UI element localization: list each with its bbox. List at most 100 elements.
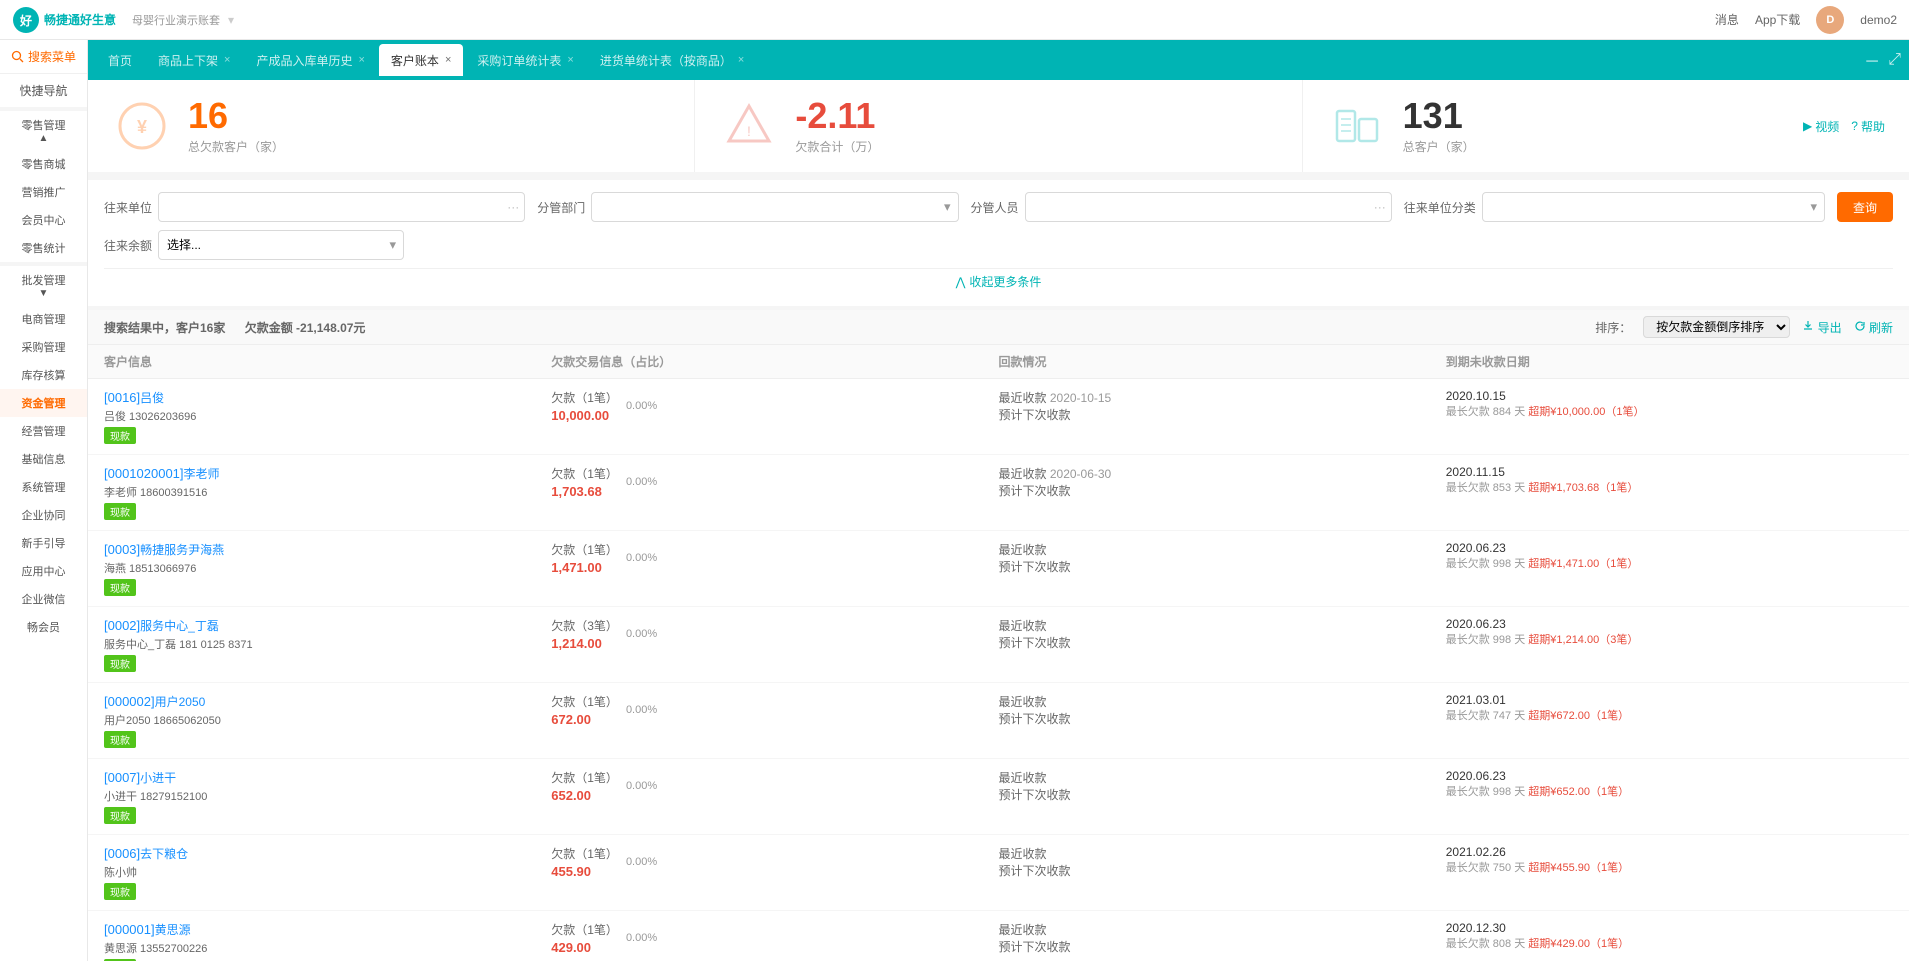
dropdown-indicator[interactable]: ▾ [228,13,234,27]
debt-amount[interactable]: 1,214.00 [551,636,618,651]
sidebar-item-warehouse[interactable]: 库存核算 [0,361,87,389]
unit-category-select-wrapper[interactable] [1482,192,1825,222]
app-download-btn[interactable]: App下载 [1755,11,1800,28]
debt-amount[interactable]: 652.00 [551,788,618,803]
due-date: 2021.03.01 [1446,693,1893,707]
close-icon[interactable]: × [358,54,364,66]
collapse-label: 收起更多条件 [969,273,1041,290]
overdue-info: 最长欠款 750 天 超期¥455.90（1笔） [1446,859,1893,875]
customer-name[interactable]: 用户2050 [155,695,206,709]
debt-pct: 0.00% [626,400,657,412]
sidebar-item-ops-mgmt[interactable]: 经营管理 [0,417,87,445]
minimize-btn[interactable]: － [1864,48,1880,72]
recovery-info: 最近收款 [999,693,1446,710]
sidebar-item-fund-mgmt[interactable]: 资金管理 [0,389,87,417]
balance-select[interactable]: 选择... [158,230,404,260]
search-button[interactable]: 查询 [1837,192,1893,222]
overdue-amount[interactable]: 超期¥652.00（1笔） [1528,786,1629,798]
debt-amount[interactable]: 455.90 [551,864,618,879]
cell-customer-info: [0007]小进干 小进干 18279152100 现款 [104,769,551,824]
debt-count: 欠款（1笔） [551,921,618,938]
top-bar-left: 好 畅捷通好生意 母婴行业演示账套 ▾ [12,6,234,34]
customer-contact: 黄思源 13552700226 [104,940,551,956]
customer-name[interactable]: 去下粮仓 [140,847,188,861]
sidebar-item-base-info[interactable]: 基础信息 [0,445,87,473]
owing-amount-info: -2.11 欠款合计（万） [795,98,879,155]
sidebar-item-vip-member[interactable]: 畅会员 [0,613,87,641]
tab-purchase-order[interactable]: 采购订单统计表 × [465,44,585,76]
close-icon[interactable]: × [445,54,451,66]
overdue-amount[interactable]: 超期¥1,471.00（1笔） [1528,558,1638,570]
tab-purchase-stat[interactable]: 进货单统计表（按商品） × [588,44,756,76]
overdue-amount[interactable]: 超期¥455.90（1笔） [1528,862,1629,874]
sidebar-item-newbie[interactable]: 新手引导 [0,529,87,557]
tab-home[interactable]: 首页 [96,44,144,76]
dept-select[interactable] [591,192,958,222]
debt-amount[interactable]: 1,703.68 [551,484,618,499]
close-icon[interactable]: × [738,54,744,66]
svg-text:!: ! [747,123,751,139]
overdue-amount[interactable]: 超期¥10,000.00（1笔） [1528,406,1644,418]
from-unit-input[interactable] [158,192,525,222]
sidebar-item-purchase[interactable]: 采购管理 [0,333,87,361]
sidebar-item-retail-stat[interactable]: 零售统计 [0,234,87,262]
customer-code: [0007] [104,770,140,785]
customer-name[interactable]: 黄思源 [155,923,191,937]
sidebar-item-app-center[interactable]: 应用中心 [0,557,87,585]
unit-category-select[interactable] [1482,192,1825,222]
sidebar-item-retail-mgmt[interactable]: 零售管理 ▲ [0,111,87,150]
sidebar-item-retail-store[interactable]: 零售商城 [0,150,87,178]
cell-customer-info: [0003]畅捷服务尹海燕 海燕 18513066976 现款 [104,541,551,596]
sidebar-item-marketing[interactable]: 营销推广 [0,178,87,206]
owing-customers-info: 16 总欠款客户（家） [188,98,284,155]
sidebar-item-batch-mgmt[interactable]: 批发管理 ▼ [0,266,87,305]
main-layout: 搜索菜单 快捷导航 零售管理 ▲ 零售商城 营销推广 会员中心 零售统计 批发管… [0,40,1909,961]
debt-amount[interactable]: 429.00 [551,940,618,955]
close-icon[interactable]: × [224,54,230,66]
customer-contact: 陈小帅 [104,864,551,880]
user-avatar[interactable]: D [1816,6,1844,34]
refresh-btn[interactable]: 刷新 [1854,319,1893,336]
debt-amount[interactable]: 10,000.00 [551,408,618,423]
customer-name[interactable]: 吕俊 [140,391,164,405]
sidebar-item-corp-wechat[interactable]: 企业微信 [0,585,87,613]
tab-customer-account[interactable]: 客户账本 × [379,44,463,76]
help-btn[interactable]: ? 帮助 [1851,118,1885,135]
sidebar-item-corp-collab[interactable]: 企业协同 [0,501,87,529]
debt-amount[interactable]: 672.00 [551,712,618,727]
overdue-amount[interactable]: 超期¥429.00（1笔） [1528,938,1629,950]
sidebar-item-sys-mgmt[interactable]: 系统管理 [0,473,87,501]
cell-debt-info: 欠款（1笔） 455.90 0.00% [551,845,998,879]
messages-btn[interactable]: 消息 [1715,11,1739,28]
filter-bar: 往来单位 ··· 分管部门 [88,180,1909,306]
sidebar-item-ecom[interactable]: 电商管理 [0,305,87,333]
customer-name[interactable]: 畅捷服务尹海燕 [140,543,224,557]
cell-customer-info: [000002]用户2050 用户2050 18665062050 现款 [104,693,551,748]
collapse-btn[interactable]: ⋀ 收起更多条件 [104,268,1893,294]
overdue-amount[interactable]: 超期¥1,214.00（3笔） [1528,634,1638,646]
username: demo2 [1860,13,1897,27]
customer-name[interactable]: 李老师 [184,467,220,481]
tab-products-off[interactable]: 商品上下架 × [146,44,242,76]
close-icon[interactable]: × [567,54,573,66]
table-header: 客户信息 欠款交易信息（占比） 回款情况 到期未收款日期 [88,345,1909,379]
overdue-amount[interactable]: 超期¥1,703.68（1笔） [1528,482,1638,494]
debt-amount[interactable]: 1,471.00 [551,560,618,575]
cell-customer-info: [0006]去下粮仓 陈小帅 现款 [104,845,551,900]
sidebar-item-member[interactable]: 会员中心 [0,206,87,234]
maximize-btn[interactable]: ⤢ [1888,51,1901,69]
sort-select[interactable]: 按欠款金额倒序排序 [1643,316,1790,338]
sidebar-item-quick-nav[interactable]: 快捷导航 [0,74,87,107]
overdue-amount[interactable]: 超期¥672.00（1笔） [1528,710,1629,722]
sidebar-search-area[interactable]: 搜索菜单 [0,40,87,74]
tab-prod-history[interactable]: 产成品入库单历史 × [244,44,376,76]
stat-owing-customers: ¥ 16 总欠款客户（家） [88,80,695,172]
video-btn[interactable]: ▶ 视频 [1803,118,1839,135]
customer-name[interactable]: 小进干 [140,771,176,785]
balance-select-wrapper[interactable]: 选择... [158,230,404,260]
customer-name[interactable]: 服务中心_丁磊 [140,619,219,633]
dept-select-wrapper[interactable] [591,192,958,222]
debt-count: 欠款（1笔） [551,465,618,482]
export-btn[interactable]: 导出 [1802,319,1841,336]
manager-input[interactable] [1025,192,1392,222]
